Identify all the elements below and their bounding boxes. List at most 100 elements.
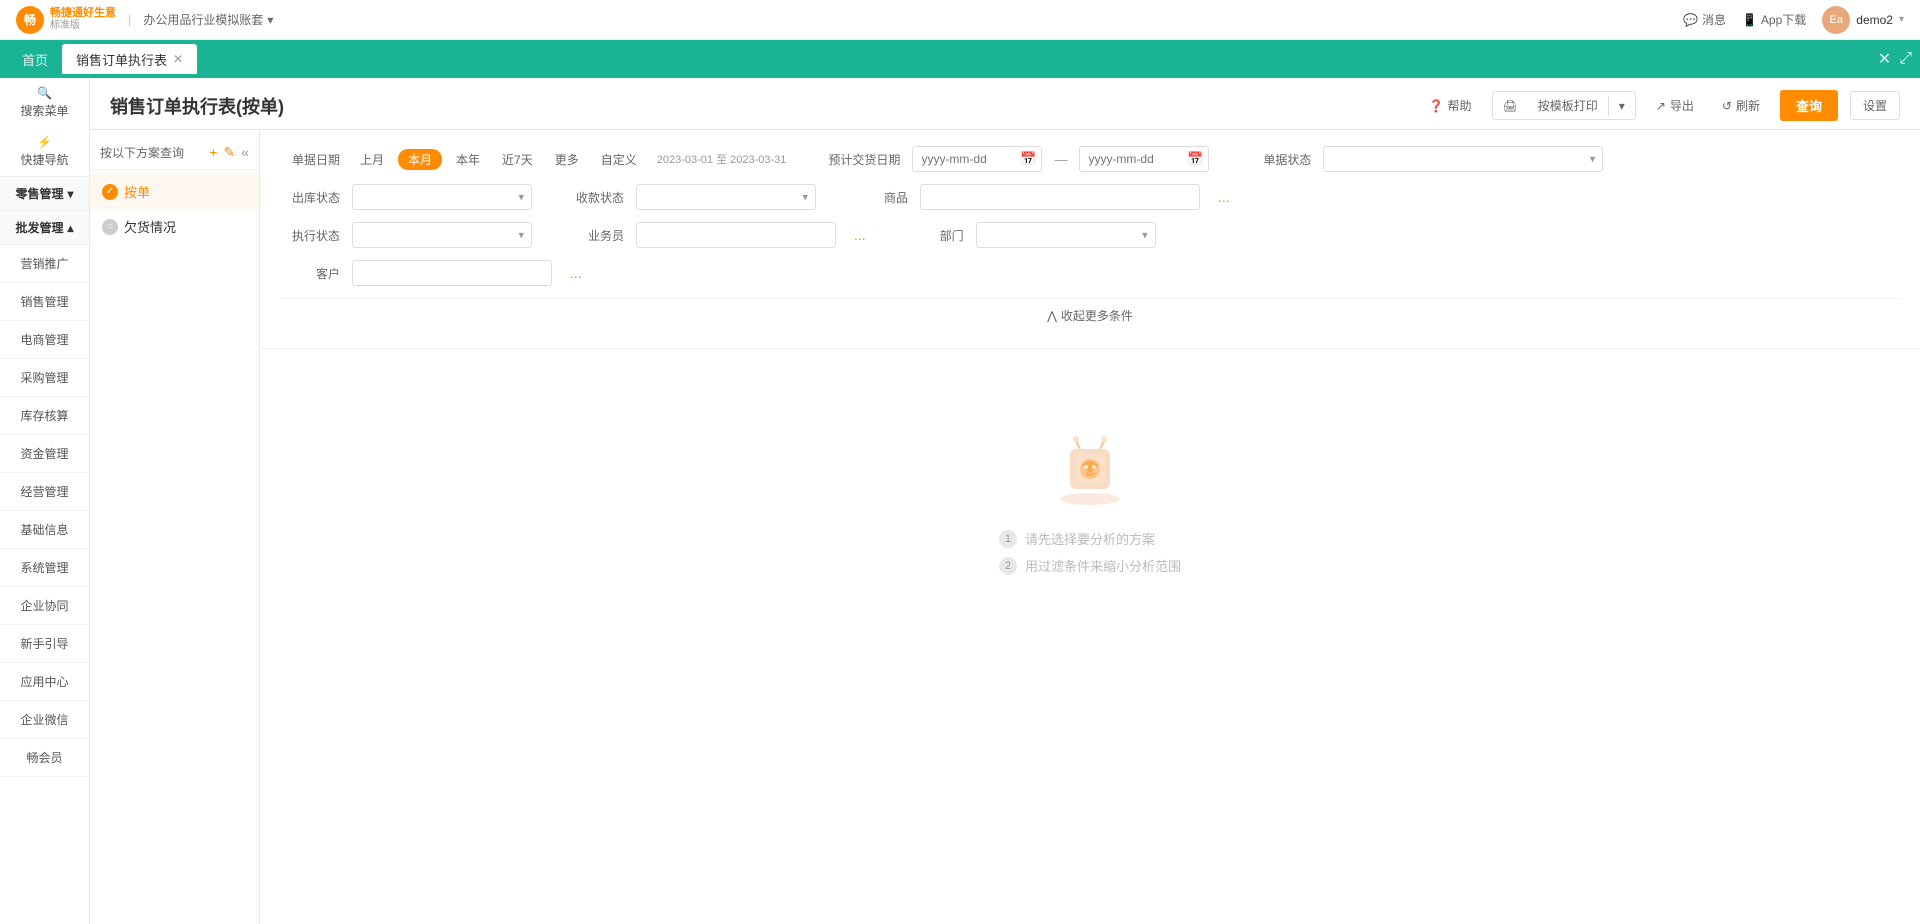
sidebar-item-ecom[interactable]: 电商管理 bbox=[0, 321, 89, 359]
sales-label: 销售管理 bbox=[20, 293, 68, 310]
sidebar-item-ops[interactable]: 经营管理 bbox=[0, 473, 89, 511]
message-button[interactable]: 💬 消息 bbox=[1683, 11, 1726, 28]
sidebar-search[interactable]: 🔍 搜索菜单 bbox=[0, 78, 89, 127]
export-button[interactable]: ↗ 导出 bbox=[1648, 93, 1702, 118]
sidebar-item-marketing[interactable]: 营销推广 bbox=[0, 245, 89, 283]
scheme-item-欠货情况[interactable]: ○ 欠货情况 bbox=[90, 209, 259, 244]
two-col-area: 按以下方案查询 + ✎ « ✓ 按单 ○ 欠货情况 bbox=[90, 130, 1920, 924]
logo-area: 畅 畅捷通好生意 标准版 bbox=[16, 6, 116, 34]
app-download-label: App下载 bbox=[1761, 11, 1806, 28]
calendar-start-icon: 📅 bbox=[1020, 151, 1036, 167]
stock-label: 库存核算 bbox=[20, 407, 68, 424]
hint-text-1: 请先选择要分析的方案 bbox=[1025, 529, 1155, 548]
date-tab-last7days[interactable]: 近7天 bbox=[494, 149, 541, 170]
retail-arrow-icon: ▾ bbox=[67, 187, 73, 201]
customer-dots-button[interactable]: ... bbox=[564, 263, 588, 283]
breadcrumb-arrow-icon: ▾ bbox=[267, 13, 273, 27]
hint-num-1: 1 bbox=[999, 530, 1017, 548]
collapse-label: 收起更多条件 bbox=[1061, 307, 1133, 324]
sidebar-item-stock[interactable]: 库存核算 bbox=[0, 397, 89, 435]
sidebar-item-sales[interactable]: 销售管理 bbox=[0, 283, 89, 321]
filter-section: 单据日期 上月 本月 本年 近7天 更多 自定义 2023-03-01 至 20… bbox=[260, 130, 1920, 349]
settings-button[interactable]: 设置 bbox=[1850, 91, 1900, 120]
status-select[interactable] bbox=[1323, 146, 1603, 172]
tab-close-icon[interactable]: ✕ bbox=[173, 52, 183, 66]
scheme-label-按单: 按单 bbox=[124, 182, 150, 201]
calendar-end-icon: 📅 bbox=[1187, 151, 1203, 167]
execution-select[interactable] bbox=[352, 222, 532, 248]
sidebar-item-appstore[interactable]: 应用中心 bbox=[0, 663, 89, 701]
product-dots-button[interactable]: ... bbox=[1212, 187, 1236, 207]
query-button[interactable]: 查询 bbox=[1780, 90, 1838, 121]
dept-select[interactable] bbox=[976, 222, 1156, 248]
app-download-button[interactable]: 📱 App下载 bbox=[1742, 11, 1806, 28]
execution-label: 执行状态 bbox=[280, 227, 340, 244]
scheme-label-欠货情况: 欠货情况 bbox=[124, 217, 176, 236]
left-panel-tools: + ✎ « bbox=[209, 144, 249, 161]
tab-home[interactable]: 首页 bbox=[8, 44, 62, 74]
scheme-item-按单[interactable]: ✓ 按单 bbox=[90, 174, 259, 209]
member-label: 畅会员 bbox=[26, 749, 62, 766]
outbound-select[interactable] bbox=[352, 184, 532, 210]
tab-maximize-button[interactable]: ⤢ bbox=[1899, 49, 1912, 69]
date-tab-group: 上月 本月 本年 近7天 更多 自定义 bbox=[352, 149, 645, 170]
edit-scheme-button[interactable]: ✎ bbox=[223, 144, 235, 161]
product-input[interactable] bbox=[920, 184, 1200, 210]
divider: | bbox=[128, 12, 131, 27]
ecom-label: 电商管理 bbox=[20, 331, 68, 348]
tab-close-button[interactable]: ✕ bbox=[1878, 49, 1891, 69]
enterprise-label: 企业协同 bbox=[20, 597, 68, 614]
avatar: Ea bbox=[1822, 6, 1850, 34]
user-dropdown-icon: ▾ bbox=[1899, 14, 1904, 25]
salesperson-input[interactable] bbox=[636, 222, 836, 248]
tab-sales-order[interactable]: 销售订单执行表 ✕ bbox=[62, 44, 197, 74]
empty-hint-1: 1 请先选择要分析的方案 bbox=[999, 529, 1181, 548]
sidebar-item-wechat[interactable]: 企业微信 bbox=[0, 701, 89, 739]
print-icon: 🖨 bbox=[1493, 94, 1528, 118]
export-label: 导出 bbox=[1670, 97, 1694, 114]
refresh-button[interactable]: ↺ 刷新 bbox=[1714, 93, 1768, 118]
payment-select[interactable] bbox=[636, 184, 816, 210]
page-title: 销售订单执行表(按单) bbox=[110, 93, 284, 119]
breadcrumb[interactable]: 办公用品行业模拟账套 ▾ bbox=[143, 11, 273, 28]
sidebar-item-retail[interactable]: 零售管理 ▾ bbox=[0, 177, 89, 211]
left-panel-header: 按以下方案查询 + ✎ « bbox=[90, 140, 259, 170]
sidebar-item-newbie[interactable]: 新手引导 bbox=[0, 625, 89, 663]
quicknav-icon: ⚡ bbox=[37, 135, 52, 149]
collapse-filter-button[interactable]: ⋀ 收起更多条件 bbox=[280, 298, 1900, 332]
right-content: 单据日期 上月 本月 本年 近7天 更多 自定义 2023-03-01 至 20… bbox=[260, 130, 1920, 924]
sidebar-item-finance[interactable]: 资金管理 bbox=[0, 435, 89, 473]
user-menu[interactable]: Ea demo2 ▾ bbox=[1822, 6, 1904, 34]
date-tab-more[interactable]: 更多 bbox=[547, 149, 587, 170]
tab-actions: ✕ ⤢ bbox=[1878, 49, 1912, 69]
date-tab-lastmonth[interactable]: 上月 bbox=[352, 149, 392, 170]
newbie-label: 新手引导 bbox=[20, 635, 68, 652]
date-tab-currentmonth[interactable]: 本月 bbox=[398, 149, 442, 170]
expected-date-start-wrapper: 📅 bbox=[912, 146, 1042, 172]
print-arrow-icon[interactable]: ▾ bbox=[1609, 94, 1635, 118]
sidebar-item-system[interactable]: 系统管理 bbox=[0, 549, 89, 587]
scheme-dot-gray: ○ bbox=[102, 219, 118, 235]
refresh-icon: ↺ bbox=[1722, 99, 1732, 113]
filter-row-3: 执行状态 业务员 ... 部门 bbox=[280, 222, 1900, 248]
filter-row-1: 单据日期 上月 本月 本年 近7天 更多 自定义 2023-03-01 至 20… bbox=[280, 146, 1900, 172]
sidebar-item-quicknav[interactable]: ⚡ 快捷导航 bbox=[0, 127, 89, 177]
sidebar-item-purchase[interactable]: 采购管理 bbox=[0, 359, 89, 397]
date-tab-custom[interactable]: 自定义 bbox=[593, 149, 645, 170]
help-button[interactable]: ❓ 帮助 bbox=[1421, 93, 1480, 118]
quicknav-label: 快捷导航 bbox=[20, 151, 68, 168]
wechat-label: 企业微信 bbox=[20, 711, 68, 728]
sidebar-item-enterprise[interactable]: 企业协同 bbox=[0, 587, 89, 625]
filter-row-2: 出库状态 收款状态 商品 bbox=[280, 184, 1900, 210]
salesperson-dots-button[interactable]: ... bbox=[848, 225, 872, 245]
collapse-panel-button[interactable]: « bbox=[241, 144, 249, 161]
customer-input[interactable] bbox=[352, 260, 552, 286]
sidebar-item-basic[interactable]: 基础信息 bbox=[0, 511, 89, 549]
add-scheme-button[interactable]: + bbox=[209, 144, 217, 161]
system-label: 系统管理 bbox=[20, 559, 68, 576]
sidebar-item-member[interactable]: 畅会员 bbox=[0, 739, 89, 777]
date-tab-currentyear[interactable]: 本年 bbox=[448, 149, 488, 170]
dept-select-wrapper bbox=[976, 222, 1156, 248]
print-button-group[interactable]: 🖨 按模板打印 ▾ bbox=[1492, 91, 1636, 120]
sidebar-item-wholesale[interactable]: 批发管理 ▴ bbox=[0, 211, 89, 245]
